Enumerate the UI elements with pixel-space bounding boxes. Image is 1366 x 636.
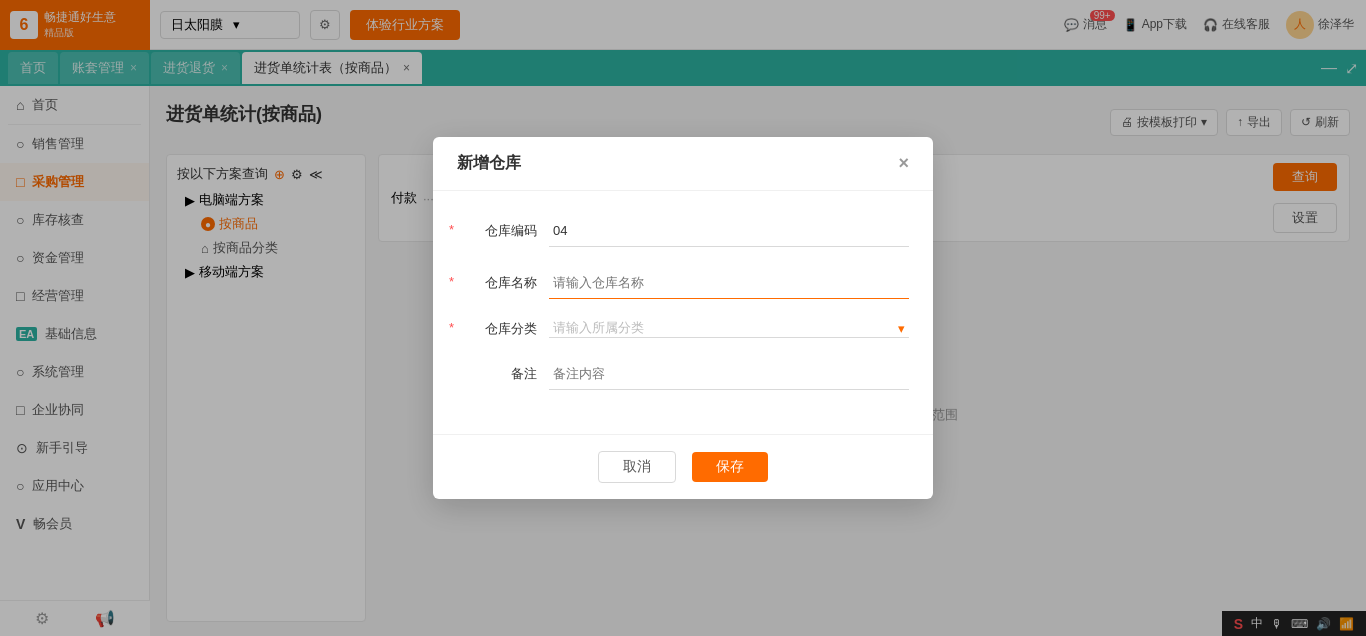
warehouse-code-input[interactable] [549,215,909,247]
modal-body: 仓库编码 仓库名称 仓库分类 请输入所属分类 ▾ 备注 [433,191,933,434]
modal-header: 新增仓库 × [433,137,933,191]
category-placeholder: 请输入所属分类 [553,319,898,337]
warehouse-name-input[interactable] [549,267,909,299]
category-dropdown-icon: ▾ [898,321,905,336]
cancel-button[interactable]: 取消 [598,451,676,483]
modal-title: 新增仓库 [457,153,521,174]
warehouse-code-field: 仓库编码 [457,215,909,247]
modal-footer: 取消 保存 [433,434,933,499]
warehouse-name-field: 仓库名称 [457,267,909,299]
warehouse-category-label: 仓库分类 [457,320,537,338]
modal-overlay: 新增仓库 × 仓库编码 仓库名称 仓库分类 请输入所属分类 ▾ [0,0,1366,636]
warehouse-remark-input[interactable] [549,358,909,390]
modal-close-button[interactable]: × [898,153,909,174]
warehouse-category-field: 仓库分类 请输入所属分类 ▾ [457,319,909,338]
add-warehouse-modal: 新增仓库 × 仓库编码 仓库名称 仓库分类 请输入所属分类 ▾ [433,137,933,499]
warehouse-name-label: 仓库名称 [457,274,537,292]
warehouse-category-select[interactable]: 请输入所属分类 ▾ [549,319,909,338]
warehouse-code-label: 仓库编码 [457,222,537,240]
warehouse-remark-field: 备注 [457,358,909,390]
warehouse-remark-label: 备注 [457,365,537,383]
save-button[interactable]: 保存 [692,452,768,482]
